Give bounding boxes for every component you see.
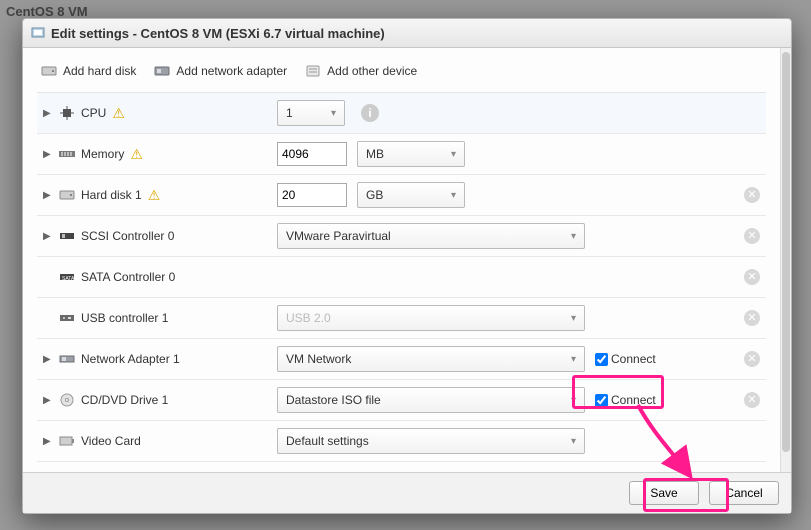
remove-device-button[interactable]: ✕ bbox=[744, 228, 760, 244]
chevron-down-icon: ▾ bbox=[571, 231, 576, 242]
hard-disk-unit-dropdown[interactable]: GB ▾ bbox=[357, 182, 465, 208]
remove-device-button[interactable]: ✕ bbox=[744, 392, 760, 408]
disc-icon bbox=[59, 393, 75, 407]
remove-device-button[interactable]: ✕ bbox=[744, 351, 760, 367]
chevron-down-icon: ▾ bbox=[451, 190, 456, 201]
add-hardware-toolbar: Add hard disk Add network adapter Add ot… bbox=[37, 58, 766, 92]
expander-icon[interactable]: ▶ bbox=[43, 354, 53, 365]
memory-label: Memory bbox=[81, 147, 124, 161]
cddvd-source-value: Datastore ISO file bbox=[286, 393, 381, 407]
warning-icon: ⚠ bbox=[148, 187, 161, 204]
expander-icon[interactable]: ▶ bbox=[43, 436, 53, 447]
scsi-label: SCSI Controller 0 bbox=[81, 229, 174, 243]
cddvd-connect-input[interactable] bbox=[595, 394, 608, 407]
usb-label: USB controller 1 bbox=[81, 311, 168, 325]
expander-icon[interactable]: ▶ bbox=[43, 190, 53, 201]
nic-label: Network Adapter 1 bbox=[81, 352, 180, 366]
usb-icon bbox=[59, 311, 75, 325]
hard-disk-icon bbox=[59, 188, 75, 202]
row-sata-controller: ▶ SATA SATA Controller 0 ✕ bbox=[37, 257, 766, 298]
scsi-type-dropdown[interactable]: VMware Paravirtual ▾ bbox=[277, 223, 585, 249]
scsi-icon bbox=[59, 229, 75, 243]
cpu-label: CPU bbox=[81, 106, 106, 120]
expander-icon[interactable]: ▶ bbox=[43, 231, 53, 242]
nic-connect-input[interactable] bbox=[595, 353, 608, 366]
row-network-adapter: ▶ Network Adapter 1 VM Network ▾ bbox=[37, 339, 766, 380]
nic-network-value: VM Network bbox=[286, 352, 351, 366]
warning-icon: ⚠ bbox=[112, 105, 125, 122]
hard-disk-size-input[interactable] bbox=[277, 183, 347, 207]
usb-type-value: USB 2.0 bbox=[286, 311, 331, 325]
video-settings-value: Default settings bbox=[286, 434, 369, 448]
cddvd-connect-label: Connect bbox=[611, 393, 656, 407]
add-hard-disk-label: Add hard disk bbox=[63, 64, 136, 78]
cddvd-connect-checkbox[interactable]: Connect bbox=[595, 393, 656, 407]
dialog-titlebar: Edit settings - CentOS 8 VM (ESXi 6.7 vi… bbox=[23, 19, 791, 48]
warning-icon: ⚠ bbox=[130, 146, 143, 163]
remove-device-button[interactable]: ✕ bbox=[744, 269, 760, 285]
chevron-down-icon: ▾ bbox=[331, 108, 336, 119]
row-hard-disk: ▶ Hard disk 1 ⚠ GB ▾ ✕ bbox=[37, 175, 766, 216]
chevron-down-icon: ▾ bbox=[571, 354, 576, 365]
info-icon[interactable]: i bbox=[361, 104, 379, 122]
cpu-count-dropdown[interactable]: 1 ▾ bbox=[277, 100, 345, 126]
background-window-title: CentOS 8 VM bbox=[6, 4, 88, 19]
scrollbar-thumb[interactable] bbox=[782, 52, 790, 452]
hard-disk-unit-value: GB bbox=[366, 188, 383, 202]
add-hard-disk-button[interactable]: Add hard disk bbox=[41, 64, 136, 78]
row-cpu: ▶ CPU ⚠ 1 ▾ i bbox=[37, 93, 766, 134]
video-label: Video Card bbox=[81, 434, 141, 448]
sata-label: SATA Controller 0 bbox=[81, 270, 175, 284]
cancel-button[interactable]: Cancel bbox=[709, 481, 779, 505]
vertical-scrollbar[interactable] bbox=[780, 48, 791, 472]
row-cddvd-drive: ▶ CD/DVD Drive 1 Datastore ISO file ▾ bbox=[37, 380, 766, 421]
hard-disk-icon bbox=[41, 64, 57, 78]
expander-icon[interactable]: ▶ bbox=[43, 149, 53, 160]
svg-text:SATA: SATA bbox=[62, 276, 75, 282]
video-card-icon bbox=[59, 434, 75, 448]
dialog-title: Edit settings - CentOS 8 VM (ESXi 6.7 vi… bbox=[51, 26, 385, 41]
nic-connect-checkbox[interactable]: Connect bbox=[595, 352, 656, 366]
usb-type-dropdown: USB 2.0 ▾ bbox=[277, 305, 585, 331]
expander-icon[interactable]: ▶ bbox=[43, 108, 53, 119]
row-video-card: ▶ Video Card Default settings ▾ bbox=[37, 421, 766, 462]
cpu-icon bbox=[59, 106, 75, 120]
chevron-down-icon: ▾ bbox=[571, 395, 576, 406]
add-other-device-button[interactable]: Add other device bbox=[305, 64, 417, 78]
hardware-grid: ▶ CPU ⚠ 1 ▾ i bbox=[37, 92, 766, 462]
other-device-icon bbox=[305, 64, 321, 78]
row-usb-controller: ▶ USB controller 1 USB 2.0 ▾ ✕ bbox=[37, 298, 766, 339]
nic-icon bbox=[59, 352, 75, 366]
cpu-count-value: 1 bbox=[286, 106, 293, 120]
add-network-adapter-label: Add network adapter bbox=[176, 64, 287, 78]
nic-icon bbox=[154, 64, 170, 78]
chevron-down-icon: ▾ bbox=[571, 313, 576, 324]
row-memory: ▶ Memory ⚠ MB ▾ bbox=[37, 134, 766, 175]
edit-settings-dialog: Edit settings - CentOS 8 VM (ESXi 6.7 vi… bbox=[22, 18, 792, 514]
row-scsi-controller: ▶ SCSI Controller 0 VMware Paravirtual ▾… bbox=[37, 216, 766, 257]
memory-unit-dropdown[interactable]: MB ▾ bbox=[357, 141, 465, 167]
remove-device-button[interactable]: ✕ bbox=[744, 310, 760, 326]
nic-network-dropdown[interactable]: VM Network ▾ bbox=[277, 346, 585, 372]
sata-icon: SATA bbox=[59, 270, 75, 284]
memory-unit-value: MB bbox=[366, 147, 384, 161]
nic-connect-label: Connect bbox=[611, 352, 656, 366]
expander-icon[interactable]: ▶ bbox=[43, 395, 53, 406]
chevron-down-icon: ▾ bbox=[571, 436, 576, 447]
dialog-footer: Save Cancel bbox=[23, 472, 791, 513]
remove-device-button[interactable]: ✕ bbox=[744, 187, 760, 203]
scsi-type-value: VMware Paravirtual bbox=[286, 229, 391, 243]
video-settings-dropdown[interactable]: Default settings ▾ bbox=[277, 428, 585, 454]
chevron-down-icon: ▾ bbox=[451, 149, 456, 160]
cddvd-label: CD/DVD Drive 1 bbox=[81, 393, 168, 407]
save-button[interactable]: Save bbox=[629, 481, 699, 505]
hard-disk-label: Hard disk 1 bbox=[81, 188, 142, 202]
memory-icon bbox=[59, 147, 75, 161]
add-other-device-label: Add other device bbox=[327, 64, 417, 78]
vm-icon bbox=[31, 26, 45, 40]
memory-input[interactable] bbox=[277, 142, 347, 166]
cddvd-source-dropdown[interactable]: Datastore ISO file ▾ bbox=[277, 387, 585, 413]
add-network-adapter-button[interactable]: Add network adapter bbox=[154, 64, 287, 78]
